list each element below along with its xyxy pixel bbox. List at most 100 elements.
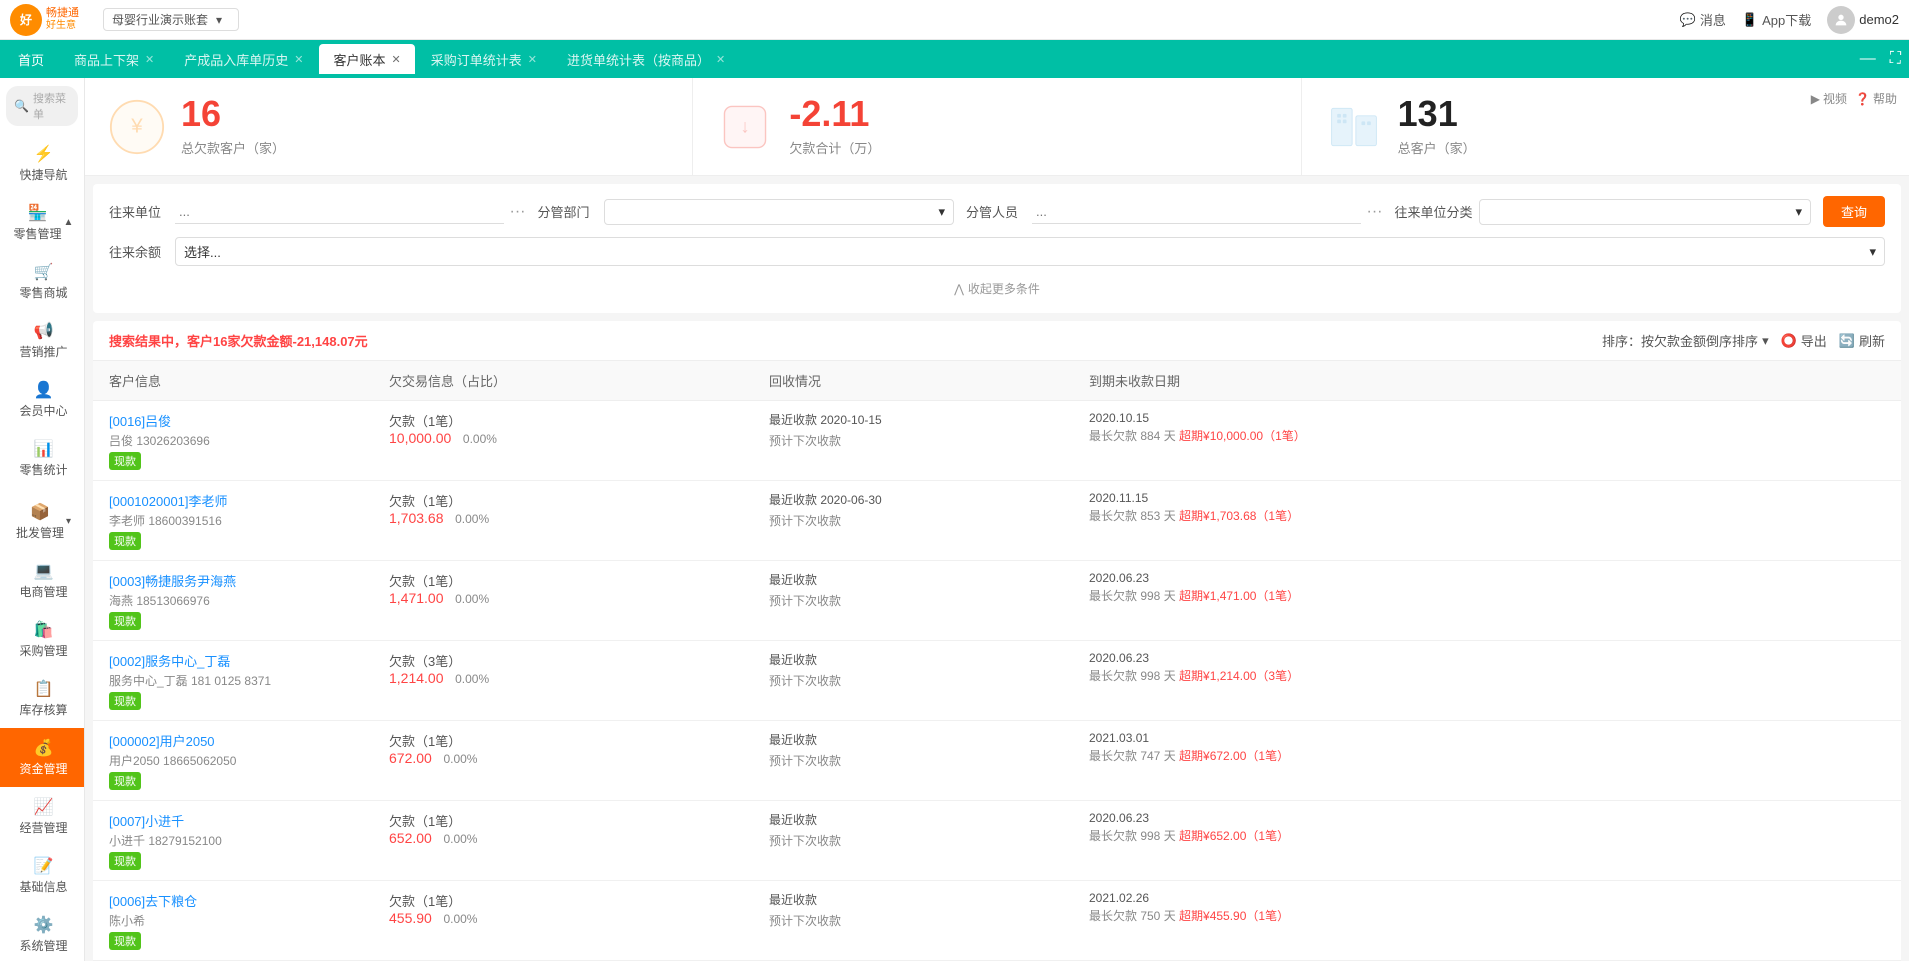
due-date: 2020.06.23: [1089, 811, 1885, 825]
search-button[interactable]: 查询: [1823, 196, 1885, 227]
sidebar-item-basic-info[interactable]: 📝 基础信息: [0, 846, 84, 905]
tab-customer-account[interactable]: 客户账本 ✕: [319, 44, 414, 74]
overdue-amount[interactable]: 超期¥652.00（1笔）: [1179, 829, 1289, 843]
search-menu-box[interactable]: 🔍 搜索菜单: [6, 86, 78, 126]
overdue-amount[interactable]: 超期¥1,703.68（1笔）: [1179, 509, 1299, 523]
customer-name-link[interactable]: [0007]小进千: [109, 814, 184, 829]
debt-info: 欠款（1笔）: [389, 571, 737, 590]
last-collect: 最近收款: [769, 571, 1057, 588]
due-date: 2020.11.15: [1089, 491, 1885, 505]
sidebar-item-retail-stats[interactable]: 📊 零售统计: [0, 429, 84, 488]
debt-amount[interactable]: 672.00: [389, 750, 432, 766]
customer-phone: 陈小希: [109, 912, 357, 929]
debt-pct: 0.00%: [443, 912, 477, 926]
overdue-amount[interactable]: 超期¥672.00（1笔）: [1179, 749, 1289, 763]
table-summary: 搜索结果中，客户16家欠款金额-21,148.07元: [109, 331, 368, 350]
table-row: [0002]服务中心_丁磊 服务中心_丁磊 181 0125 8371 现款 欠…: [93, 641, 1901, 721]
sidebar-item-system[interactable]: ⚙️ 系统管理: [0, 905, 84, 961]
col-customer-info: 客户信息: [93, 361, 373, 401]
overdue-days-label: 最长欠款 998 天: [1089, 669, 1179, 683]
sidebar-item-operations[interactable]: 📈 经营管理: [0, 787, 84, 846]
sidebar-item-purchase-mgmt[interactable]: 🛍️ 采购管理: [0, 610, 84, 669]
customer-tag: 现款: [109, 932, 141, 950]
app-download-btn[interactable]: 📱 App下载: [1742, 10, 1811, 29]
debt-amount[interactable]: 1,214.00: [389, 670, 444, 686]
sidebar-item-marketing[interactable]: 📢 营销推广: [0, 311, 84, 370]
debt-info: 欠款（1笔）: [389, 731, 737, 750]
customer-name-link[interactable]: [0016]吕俊: [109, 414, 171, 429]
sidebar-item-members[interactable]: 👤 会员中心: [0, 370, 84, 429]
message-btn[interactable]: 💬 消息: [1680, 10, 1726, 29]
sidebar-item-ecommerce[interactable]: 💻 电商管理: [0, 551, 84, 610]
store-selector[interactable]: 母婴行业演示账套 ▾: [103, 8, 239, 31]
sidebar-item-quick-nav[interactable]: ⚡ 快捷导航: [0, 134, 84, 193]
customer-name-link[interactable]: [0003]畅捷服务尹海燕: [109, 574, 236, 589]
tab-purchase-stats[interactable]: 进货单统计表（按商品） ✕: [553, 44, 739, 74]
tab-close-icon[interactable]: ✕: [528, 53, 537, 66]
sidebar-item-batch-mgmt[interactable]: 📦 批发管理 ▾: [0, 492, 84, 551]
help-btn[interactable]: ❓ 帮助: [1855, 90, 1897, 107]
next-collect: 预计下次收款: [769, 672, 1057, 689]
overdue-amount[interactable]: 超期¥1,471.00（1笔）: [1179, 589, 1299, 603]
tab-product-off[interactable]: 商品上下架 ✕: [60, 44, 168, 74]
customer-name-link[interactable]: [0001020001]李老师: [109, 494, 228, 509]
tab-close-icon[interactable]: ✕: [145, 53, 154, 66]
filter-category: 往来单位分类 ▾: [1395, 199, 1812, 225]
avatar: [1827, 6, 1855, 34]
debt-amount[interactable]: 652.00: [389, 830, 432, 846]
sidebar-item-retail-mall[interactable]: 🛒 零售商城: [0, 252, 84, 311]
refresh-btn[interactable]: 🔄 刷新: [1839, 331, 1885, 350]
customer-phone: 服务中心_丁磊 181 0125 8371: [109, 672, 357, 689]
tab-close-icon[interactable]: ✕: [716, 53, 725, 66]
filter-vendor: 往来单位 ···: [109, 200, 526, 224]
export-btn[interactable]: ⭕ 导出: [1781, 331, 1827, 350]
debt-amount[interactable]: 1,471.00: [389, 590, 444, 606]
table-row: [0001020001]李老师 李老师 18600391516 现款 欠款（1笔…: [93, 481, 1901, 561]
debt-amount[interactable]: 455.90: [389, 910, 432, 926]
overdue-days-label: 最长欠款 853 天: [1089, 509, 1179, 523]
sidebar-search-area[interactable]: 🔍 搜索菜单: [0, 78, 84, 134]
dept-select[interactable]: ▾: [604, 199, 955, 225]
sidebar-item-inventory[interactable]: 📋 库存核算: [0, 669, 84, 728]
tab-maximize-btn[interactable]: ⛶: [1886, 50, 1905, 68]
customer-name-link[interactable]: [0002]服务中心_丁磊: [109, 654, 230, 669]
person-dots-btn[interactable]: ···: [1367, 203, 1383, 221]
vendor-dots-btn[interactable]: ···: [510, 203, 526, 221]
collapse-btn[interactable]: ⋀ 收起更多条件: [109, 276, 1885, 301]
tab-purchase-order[interactable]: 采购订单统计表 ✕: [417, 44, 551, 74]
debt-info: 欠款（3笔）: [389, 651, 737, 670]
stats-bar: ¥ 16 总欠款客户（家） ↓: [85, 78, 1909, 176]
debt-pct: 0.00%: [443, 832, 477, 846]
customer-tag: 现款: [109, 852, 141, 870]
debt-amount[interactable]: 1,703.68: [389, 510, 444, 526]
table-row: [0006]去下粮仓 陈小希 现款 欠款（1笔） 455.90 0.00% 最近…: [93, 881, 1901, 961]
debt-amount[interactable]: 10,000.00: [389, 430, 451, 446]
vendor-input[interactable]: [175, 200, 504, 224]
debt-info: 欠款（1笔）: [389, 811, 737, 830]
last-collect: 最近收款 2020-06-30: [769, 491, 1057, 508]
sidebar-item-retail-mgmt[interactable]: 🏪 零售管理 ▲: [0, 193, 84, 252]
customer-name-link[interactable]: [000002]用户2050: [109, 734, 215, 749]
arrow-icon: ▾: [66, 516, 71, 527]
tab-close-icon[interactable]: ✕: [294, 53, 303, 66]
total-debt-icon: ↓: [717, 99, 773, 155]
sort-select[interactable]: 排序：按欠款金额倒序排序 ▾: [1602, 331, 1769, 350]
debt-customers-label: 总欠款客户（家）: [181, 138, 285, 157]
next-collect: 预计下次收款: [769, 752, 1057, 769]
person-input[interactable]: [1032, 200, 1361, 224]
overdue-amount[interactable]: 超期¥1,214.00（3笔）: [1179, 669, 1299, 683]
balance-select[interactable]: 选择... ▾: [175, 237, 1885, 266]
tab-home[interactable]: 首页: [4, 44, 58, 74]
overdue-amount[interactable]: 超期¥455.90（1笔）: [1179, 909, 1289, 923]
tab-product-history[interactable]: 产成品入库单历史 ✕: [170, 44, 317, 74]
refresh-icon: 🔄: [1839, 333, 1855, 349]
tab-minimize-btn[interactable]: —: [1856, 50, 1880, 68]
sidebar-item-capital[interactable]: 💰 资金管理: [0, 728, 84, 787]
category-select[interactable]: ▾: [1479, 199, 1811, 225]
customer-name-link[interactable]: [0006]去下粮仓: [109, 894, 197, 909]
tab-close-icon[interactable]: ✕: [392, 53, 401, 66]
customer-phone: 小进千 18279152100: [109, 832, 357, 849]
user-profile[interactable]: demo2: [1827, 6, 1899, 34]
video-btn[interactable]: ▶ 视频: [1811, 90, 1847, 107]
overdue-amount[interactable]: 超期¥10,000.00（1笔）: [1179, 429, 1306, 443]
